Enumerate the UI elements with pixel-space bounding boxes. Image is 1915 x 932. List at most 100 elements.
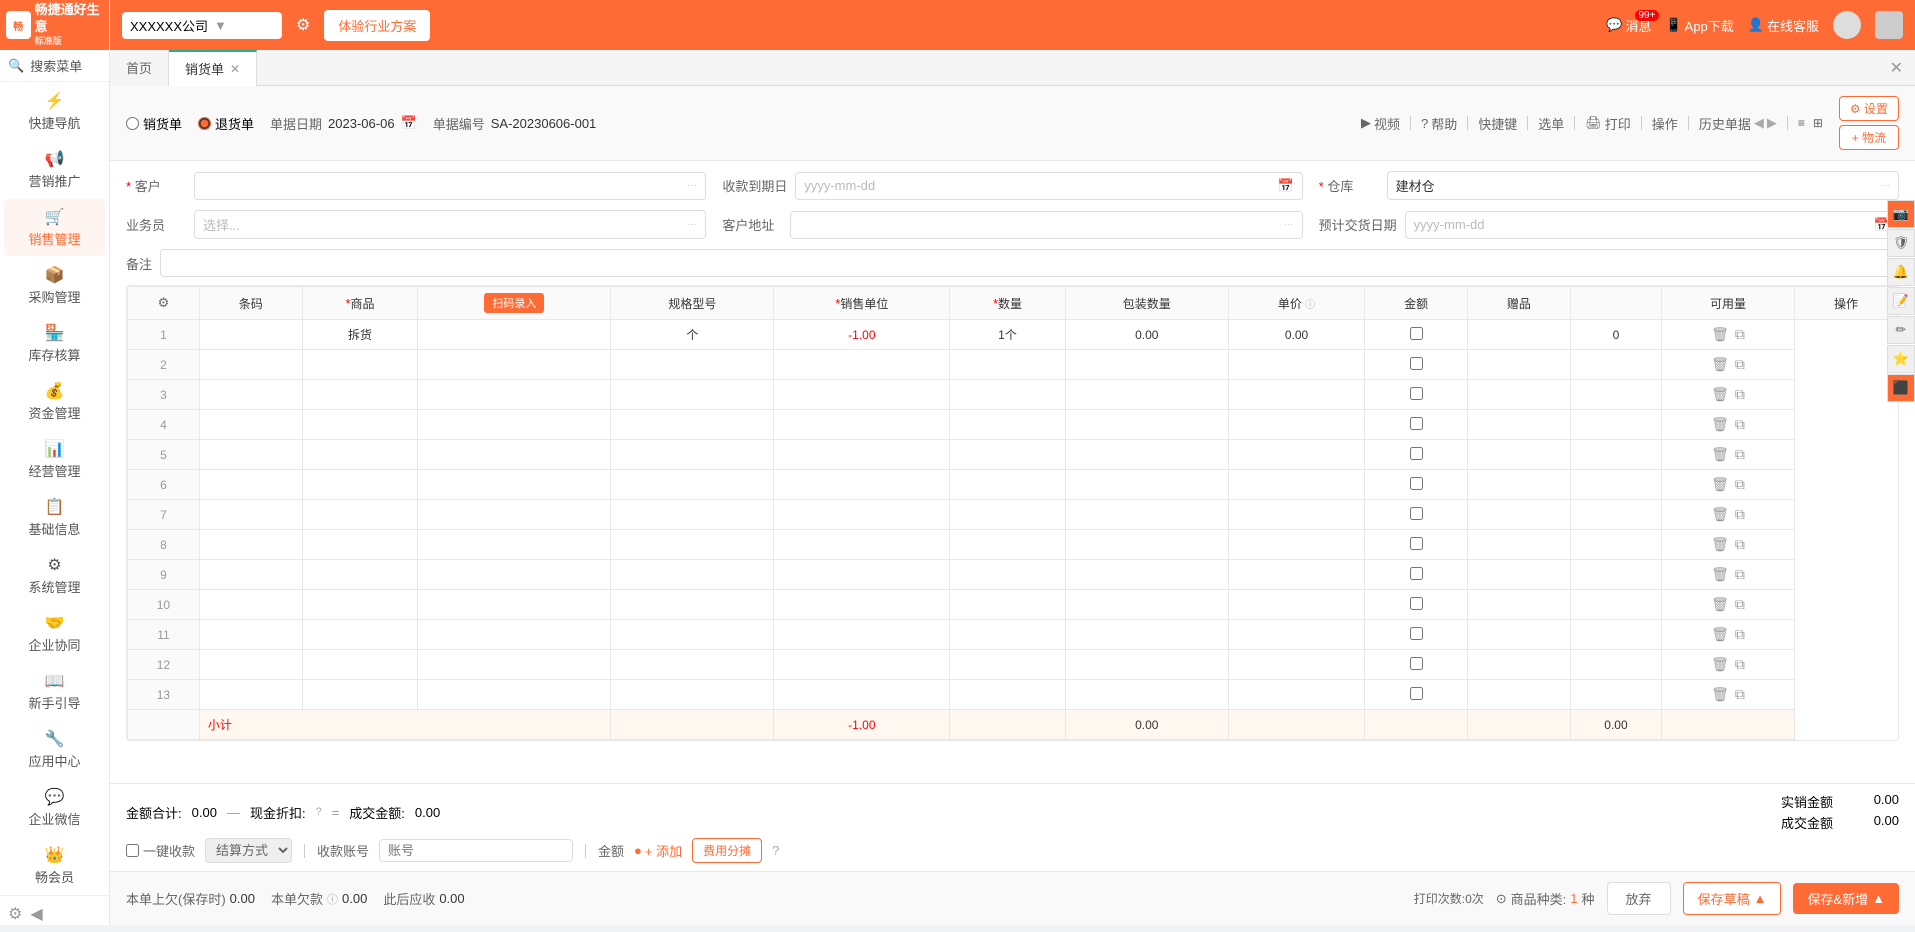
one-click-payment-label[interactable]: 一键收款 xyxy=(126,841,195,860)
row-goods-1[interactable] xyxy=(302,350,418,380)
sidebar-item-资金管理[interactable]: 💰资金管理 xyxy=(4,373,105,430)
row-qty-3[interactable] xyxy=(774,410,950,440)
sidebar-item-系统管理[interactable]: ⚙系统管理 xyxy=(4,547,105,604)
row-amount-3[interactable] xyxy=(1228,410,1364,440)
row-gift-3[interactable] xyxy=(1365,410,1468,440)
row-unit-0[interactable]: 个 xyxy=(611,320,774,350)
one-click-payment-checkbox[interactable] xyxy=(126,844,139,857)
row-pkgqty-4[interactable] xyxy=(950,440,1066,470)
save-new-button[interactable]: 保存&新增 ▲ xyxy=(1793,883,1899,914)
row-qty-2[interactable] xyxy=(774,380,950,410)
row-barcode-2[interactable] xyxy=(199,380,302,410)
row-amount-5[interactable] xyxy=(1228,470,1364,500)
row-price-10[interactable] xyxy=(1065,620,1228,650)
row-price-4[interactable] xyxy=(1065,440,1228,470)
row-gift-5[interactable] xyxy=(1365,470,1468,500)
row-qty-5[interactable] xyxy=(774,470,950,500)
abandon-button[interactable]: 放弃 xyxy=(1607,882,1671,915)
message-button[interactable]: 💬 消息 99+ xyxy=(1606,16,1651,35)
delete-icon-3[interactable]: 🗑 xyxy=(1711,416,1729,433)
row-unit-7[interactable] xyxy=(611,530,774,560)
delete-icon-10[interactable]: 🗑 xyxy=(1711,626,1729,643)
row-price-11[interactable] xyxy=(1065,650,1228,680)
scan-button[interactable]: 扫码录入 xyxy=(484,293,544,313)
row-spec-8[interactable] xyxy=(418,560,611,590)
sidebar-item-畅会员[interactable]: 👑畅会员 xyxy=(4,837,105,894)
row-amount-6[interactable] xyxy=(1228,500,1364,530)
row-gift-2[interactable] xyxy=(1365,380,1468,410)
copy-icon-0[interactable]: ⧉ xyxy=(1735,326,1745,343)
date-value[interactable]: 2023-06-06 xyxy=(328,116,395,131)
search-menu[interactable]: 🔍 搜索菜单 xyxy=(0,50,109,82)
row-barcode-4[interactable] xyxy=(199,440,302,470)
delete-icon-7[interactable]: 🗑 xyxy=(1711,536,1729,553)
sidebar-item-采购管理[interactable]: 📦采购管理 xyxy=(4,257,105,314)
row-gift-0[interactable] xyxy=(1365,320,1468,350)
copy-icon-4[interactable]: ⧉ xyxy=(1735,446,1745,463)
right-tool-bell[interactable]: 🔔 xyxy=(1887,258,1915,286)
row-qty-11[interactable] xyxy=(774,650,950,680)
video-link[interactable]: ▶ 视频 xyxy=(1361,114,1400,133)
copy-icon-7[interactable]: ⧉ xyxy=(1735,536,1745,553)
copy-icon-5[interactable]: ⧉ xyxy=(1735,476,1745,493)
row-unit-2[interactable] xyxy=(611,380,774,410)
collapse-icon[interactable]: ◀ xyxy=(30,904,42,924)
row-barcode-6[interactable] xyxy=(199,500,302,530)
right-tool-edit[interactable]: ✏ xyxy=(1887,316,1915,344)
view-toggle-list[interactable]: ≡ xyxy=(1798,116,1805,130)
row-gift-11[interactable] xyxy=(1365,650,1468,680)
save-draft-button[interactable]: 保存草稿 ▲ xyxy=(1683,882,1782,915)
row-qty-0[interactable]: -1.00 xyxy=(774,320,950,350)
row-spec-7[interactable] xyxy=(418,530,611,560)
sidebar-item-新手引导[interactable]: 📖新手引导 xyxy=(4,663,105,720)
row-pkgqty-1[interactable] xyxy=(950,350,1066,380)
app-download-button[interactable]: 📱 App下载 xyxy=(1665,16,1733,35)
row-barcode-11[interactable] xyxy=(199,650,302,680)
row-pkgqty-0[interactable]: 1个 xyxy=(950,320,1066,350)
row-amount-9[interactable] xyxy=(1228,590,1364,620)
row-pkgqty-6[interactable] xyxy=(950,500,1066,530)
sidebar-item-企业微信[interactable]: 💬企业微信 xyxy=(4,779,105,836)
remark-input[interactable] xyxy=(160,249,1899,277)
row-amount-10[interactable] xyxy=(1228,620,1364,650)
row-barcode-8[interactable] xyxy=(199,560,302,590)
add-payment-button[interactable]: ● + 添加 xyxy=(634,841,682,860)
settings-icon[interactable]: ⚙ xyxy=(8,904,22,924)
goods-type-stat[interactable]: ⊙ 商品种类: 1 种 xyxy=(1496,889,1595,908)
row-gift-4[interactable] xyxy=(1365,440,1468,470)
copy-icon-10[interactable]: ⧉ xyxy=(1735,626,1745,643)
col-scan[interactable]: 扫码录入 xyxy=(418,287,611,320)
row-pkgqty-10[interactable] xyxy=(950,620,1066,650)
row-price-2[interactable] xyxy=(1065,380,1228,410)
settlement-method-select[interactable]: 结算方式 xyxy=(205,838,292,863)
row-goods-2[interactable] xyxy=(302,380,418,410)
copy-icon-1[interactable]: ⧉ xyxy=(1735,356,1745,373)
row-price-12[interactable] xyxy=(1065,680,1228,710)
dropdown-arrow-icon[interactable]: ▲ xyxy=(1754,891,1767,906)
row-amount-1[interactable] xyxy=(1228,350,1364,380)
row-amount-12[interactable] xyxy=(1228,680,1364,710)
row-price-3[interactable] xyxy=(1065,410,1228,440)
row-spec-3[interactable] xyxy=(418,410,611,440)
delete-icon-2[interactable]: 🗑 xyxy=(1711,386,1729,403)
row-qty-8[interactable] xyxy=(774,560,950,590)
row-barcode-1[interactable] xyxy=(199,350,302,380)
logistics-button[interactable]: + 物流 xyxy=(1839,125,1899,150)
sidebar-item-快捷导航[interactable]: ⚡快捷导航 xyxy=(4,83,105,140)
history-nav-next[interactable]: ▶ xyxy=(1767,115,1777,131)
delete-icon-6[interactable]: 🗑 xyxy=(1711,506,1729,523)
copy-icon-11[interactable]: ⧉ xyxy=(1735,656,1745,673)
row-gift-12[interactable] xyxy=(1365,680,1468,710)
help-link[interactable]: ? 帮助 xyxy=(1421,114,1457,133)
row-unit-9[interactable] xyxy=(611,590,774,620)
delete-icon-1[interactable]: 🗑 xyxy=(1711,356,1729,373)
row-amount-2[interactable] xyxy=(1228,380,1364,410)
col-gear[interactable]: ⚙ xyxy=(128,287,200,320)
row-price-7[interactable] xyxy=(1065,530,1228,560)
view-toggle-grid[interactable]: ⊞ xyxy=(1813,116,1823,130)
row-spec-6[interactable] xyxy=(418,500,611,530)
close-all-tabs-button[interactable]: ✕ xyxy=(1878,58,1915,78)
row-unit-10[interactable] xyxy=(611,620,774,650)
row-goods-4[interactable] xyxy=(302,440,418,470)
row-gift-7[interactable] xyxy=(1365,530,1468,560)
